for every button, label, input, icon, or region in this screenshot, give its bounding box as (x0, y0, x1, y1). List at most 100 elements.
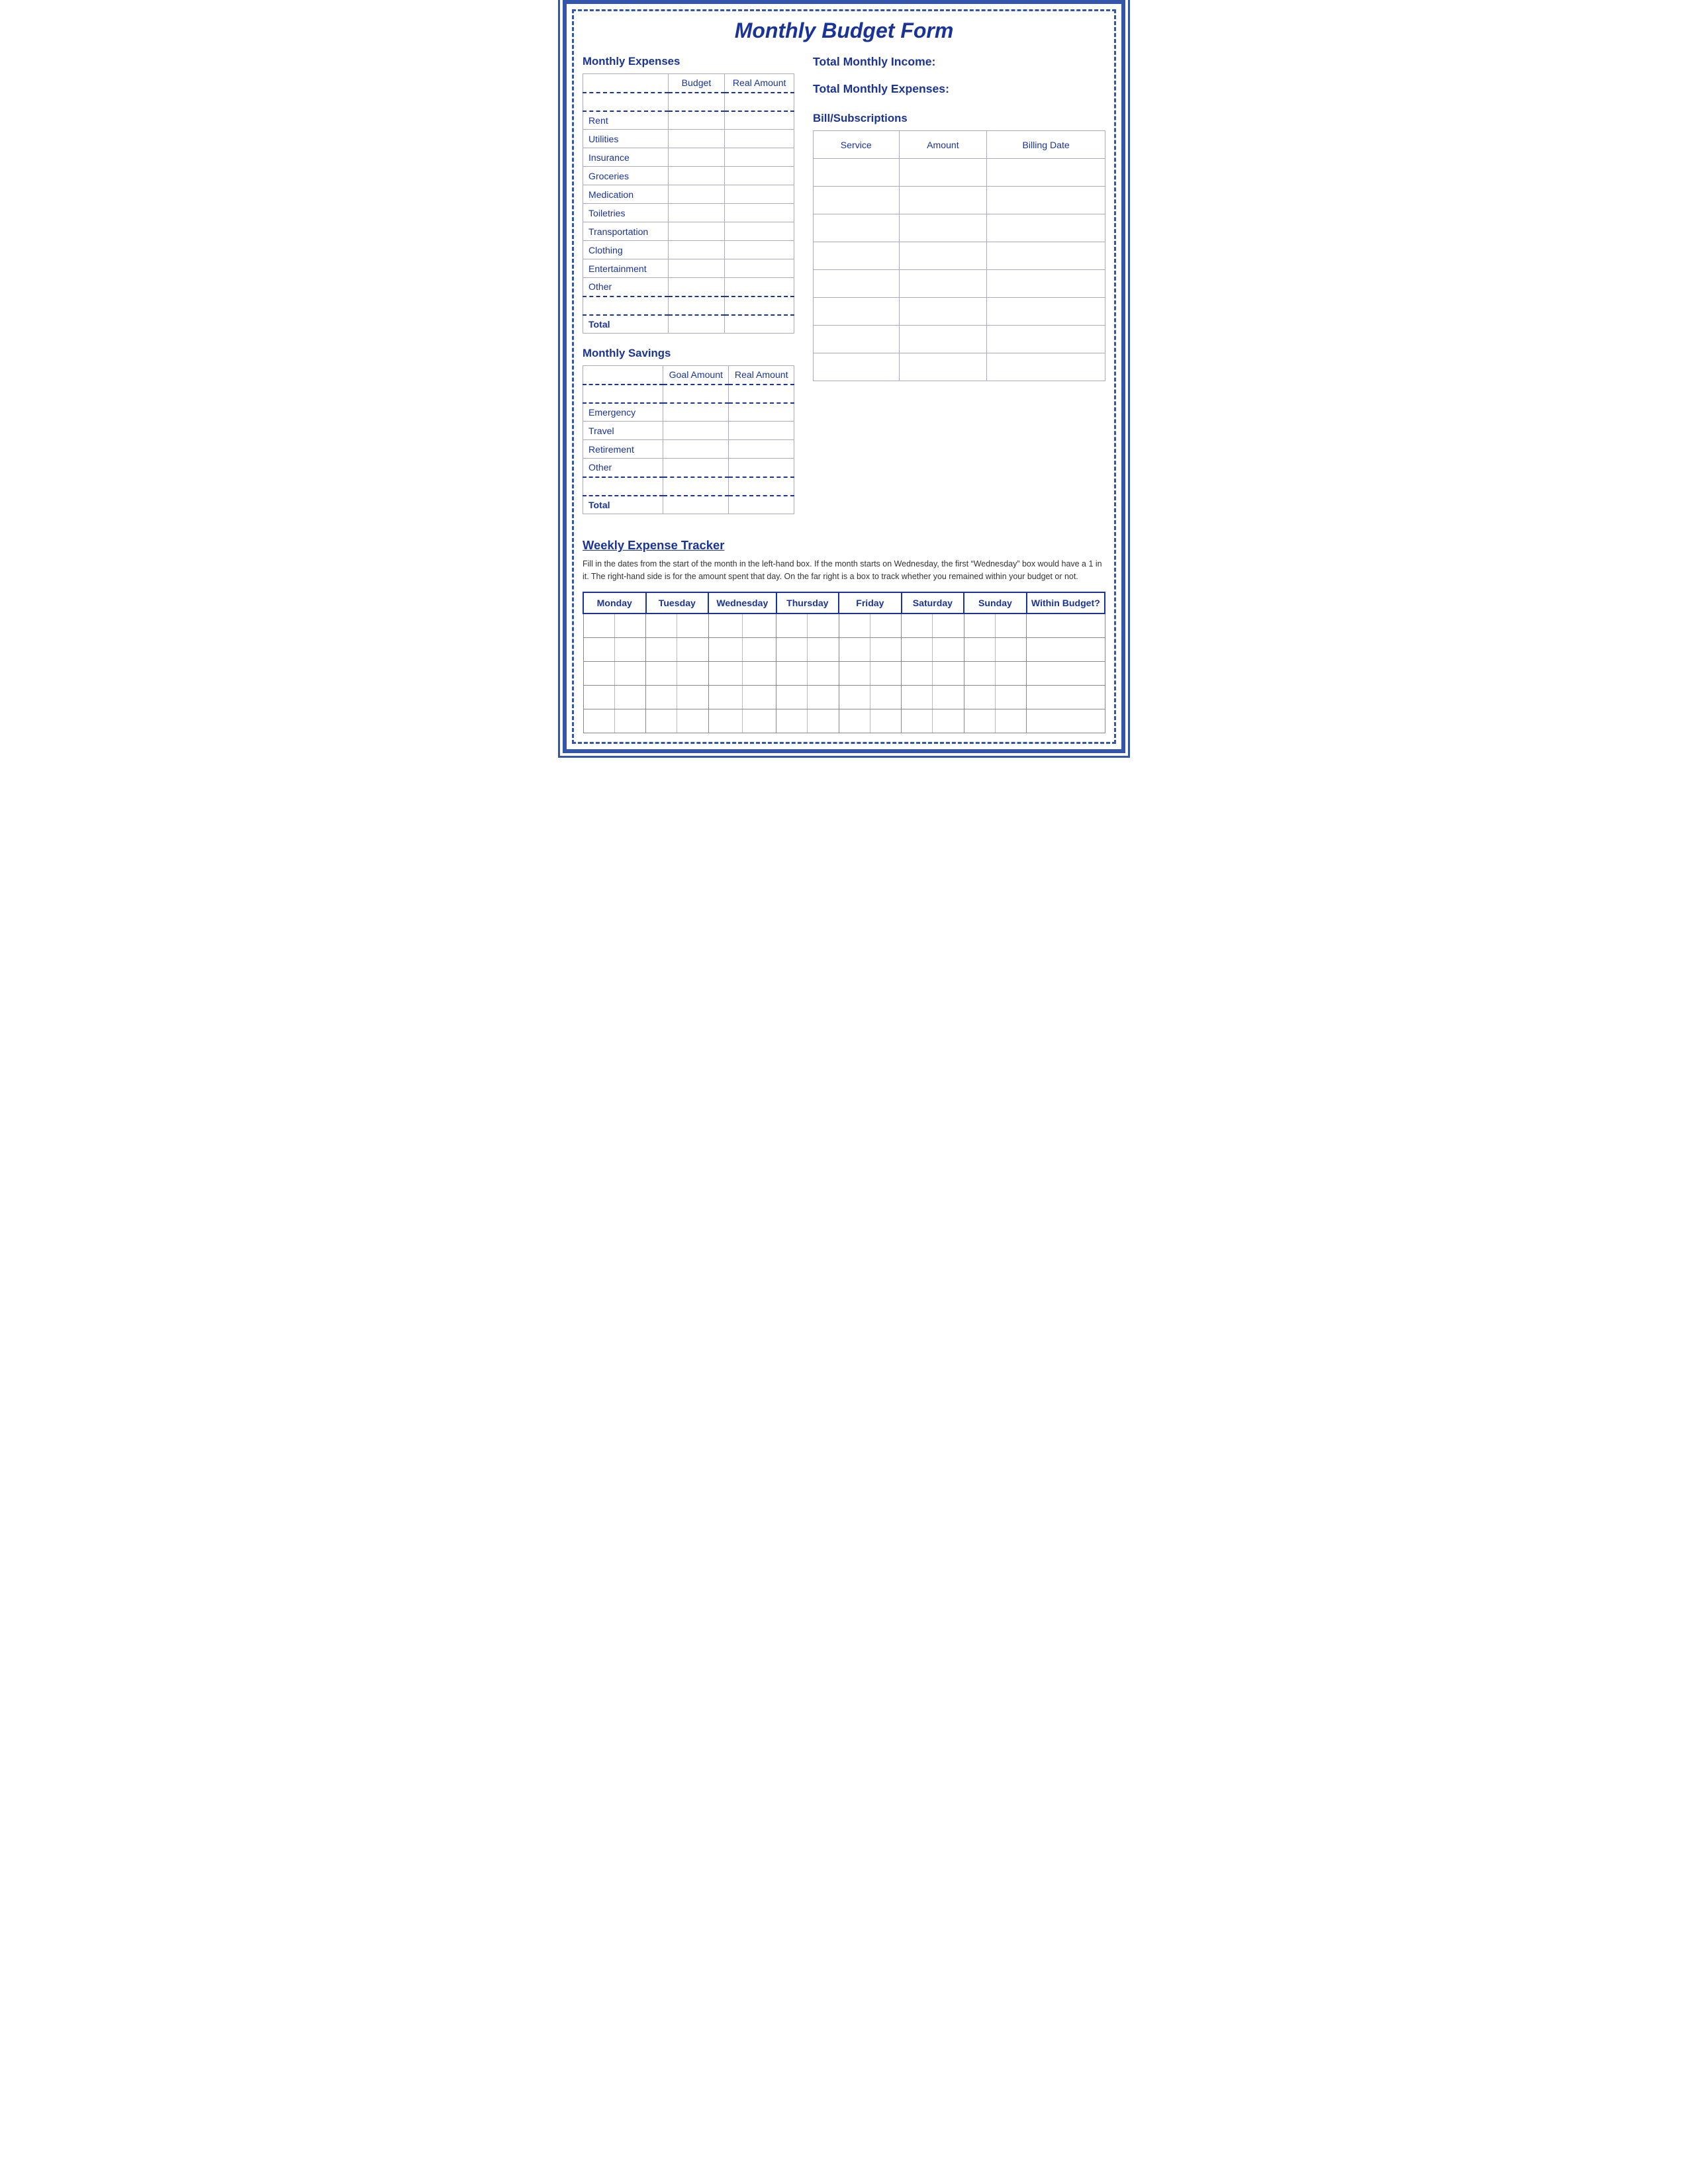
week-row5-day6-amount[interactable] (933, 709, 963, 733)
week-row1-day7-amount[interactable] (996, 614, 1026, 637)
week-row3-day3-date[interactable] (709, 662, 743, 685)
bill-amount-5[interactable] (899, 270, 987, 298)
expense-insurance-real[interactable] (725, 148, 794, 167)
week-row4-day1-amount[interactable] (615, 686, 645, 709)
bill-service-2[interactable] (814, 187, 900, 214)
week-row1-day4-date[interactable] (776, 614, 808, 637)
savings-travel-goal[interactable] (663, 422, 729, 440)
week-row4-day7-amount[interactable] (996, 686, 1026, 709)
expense-medication-budget[interactable] (668, 185, 725, 204)
bill-service-6[interactable] (814, 298, 900, 326)
week-row3-day5-date[interactable] (839, 662, 870, 685)
week-row3-day6-date[interactable] (902, 662, 933, 685)
week-row1-day6[interactable] (902, 614, 964, 637)
week-row4-day3[interactable] (708, 685, 776, 709)
week-row3-day2[interactable] (646, 661, 709, 685)
week-row5-day4-amount[interactable] (808, 709, 838, 733)
bill-service-3[interactable] (814, 214, 900, 242)
expense-other-real[interactable] (725, 278, 794, 296)
week-row4-day1-date[interactable] (584, 686, 615, 709)
expense-groceries-real[interactable] (725, 167, 794, 185)
expense-toiletries-real[interactable] (725, 204, 794, 222)
week-row3-day1-amount[interactable] (615, 662, 645, 685)
week-row2-day2[interactable] (646, 637, 709, 661)
week-row1-day5-date[interactable] (839, 614, 870, 637)
week-row5-day5[interactable] (839, 709, 902, 733)
expense-transportation-real[interactable] (725, 222, 794, 241)
week-row3-day3[interactable] (708, 661, 776, 685)
week-row5-day3-date[interactable] (709, 709, 743, 733)
week-row5-day6-date[interactable] (902, 709, 933, 733)
expense-utilities-real[interactable] (725, 130, 794, 148)
week-row3-day5-amount[interactable] (870, 662, 901, 685)
week-row5-day5-amount[interactable] (870, 709, 901, 733)
week-row3-day2-amount[interactable] (677, 662, 708, 685)
bill-date-3[interactable] (987, 214, 1105, 242)
bill-amount-7[interactable] (899, 326, 987, 353)
week-row1-day6-amount[interactable] (933, 614, 963, 637)
week-row4-day7[interactable] (964, 685, 1027, 709)
week-row5-day4[interactable] (776, 709, 839, 733)
bill-date-6[interactable] (987, 298, 1105, 326)
week-row5-day2[interactable] (646, 709, 709, 733)
bill-service-4[interactable] (814, 242, 900, 270)
savings-total-real[interactable] (729, 496, 794, 514)
week-row3-day2-date[interactable] (646, 662, 677, 685)
week-row2-day5-amount[interactable] (870, 638, 901, 661)
week-row1-day4-amount[interactable] (808, 614, 838, 637)
bill-date-4[interactable] (987, 242, 1105, 270)
week-row1-day1[interactable] (583, 614, 646, 637)
week-row1-day2-date[interactable] (646, 614, 677, 637)
week-row4-day5-amount[interactable] (870, 686, 901, 709)
week-row2-day6-amount[interactable] (933, 638, 963, 661)
week-row1-day3-date[interactable] (709, 614, 743, 637)
expense-insurance-budget[interactable] (668, 148, 725, 167)
expense-entertainment-budget[interactable] (668, 259, 725, 278)
expense-toiletries-budget[interactable] (668, 204, 725, 222)
savings-other-goal[interactable] (663, 459, 729, 477)
week-row4-day2-amount[interactable] (677, 686, 708, 709)
week-row2-day7-date[interactable] (964, 638, 996, 661)
week-row5-day7-date[interactable] (964, 709, 996, 733)
week-row1-day4[interactable] (776, 614, 839, 637)
expense-utilities-budget[interactable] (668, 130, 725, 148)
expense-transportation-budget[interactable] (668, 222, 725, 241)
week-row3-day7-amount[interactable] (996, 662, 1026, 685)
week-row2-day1[interactable] (583, 637, 646, 661)
week-row3-day6-amount[interactable] (933, 662, 963, 685)
week-row2-within-budget[interactable] (1027, 637, 1105, 661)
expense-entertainment-real[interactable] (725, 259, 794, 278)
week-row3-day1-date[interactable] (584, 662, 615, 685)
week-row5-within-budget[interactable] (1027, 709, 1105, 733)
week-row1-day1-date[interactable] (584, 614, 615, 637)
week-row3-day5[interactable] (839, 661, 902, 685)
savings-emergency-real[interactable] (729, 403, 794, 422)
bill-amount-1[interactable] (899, 159, 987, 187)
week-row2-day3-amount[interactable] (743, 638, 776, 661)
expense-rent-real[interactable] (725, 111, 794, 130)
bill-date-5[interactable] (987, 270, 1105, 298)
week-row5-day6[interactable] (902, 709, 964, 733)
expense-rent-budget[interactable] (668, 111, 725, 130)
week-row4-day4-date[interactable] (776, 686, 808, 709)
week-row5-day1-amount[interactable] (615, 709, 645, 733)
week-row3-day7[interactable] (964, 661, 1027, 685)
week-row1-day1-amount[interactable] (615, 614, 645, 637)
week-row3-day6[interactable] (902, 661, 964, 685)
week-row2-day3-date[interactable] (709, 638, 743, 661)
week-row4-day5-date[interactable] (839, 686, 870, 709)
week-row2-day2-amount[interactable] (677, 638, 708, 661)
week-row5-day3-amount[interactable] (743, 709, 776, 733)
week-row4-day2[interactable] (646, 685, 709, 709)
savings-total-goal[interactable] (663, 496, 729, 514)
week-row4-day2-date[interactable] (646, 686, 677, 709)
week-row4-day6-amount[interactable] (933, 686, 963, 709)
savings-retirement-real[interactable] (729, 440, 794, 459)
week-row1-day6-date[interactable] (902, 614, 933, 637)
week-row5-day2-date[interactable] (646, 709, 677, 733)
week-row4-day6[interactable] (902, 685, 964, 709)
expense-other-budget[interactable] (668, 278, 725, 296)
week-row3-day4-amount[interactable] (808, 662, 838, 685)
week-row5-day7-amount[interactable] (996, 709, 1026, 733)
week-row3-day1[interactable] (583, 661, 646, 685)
